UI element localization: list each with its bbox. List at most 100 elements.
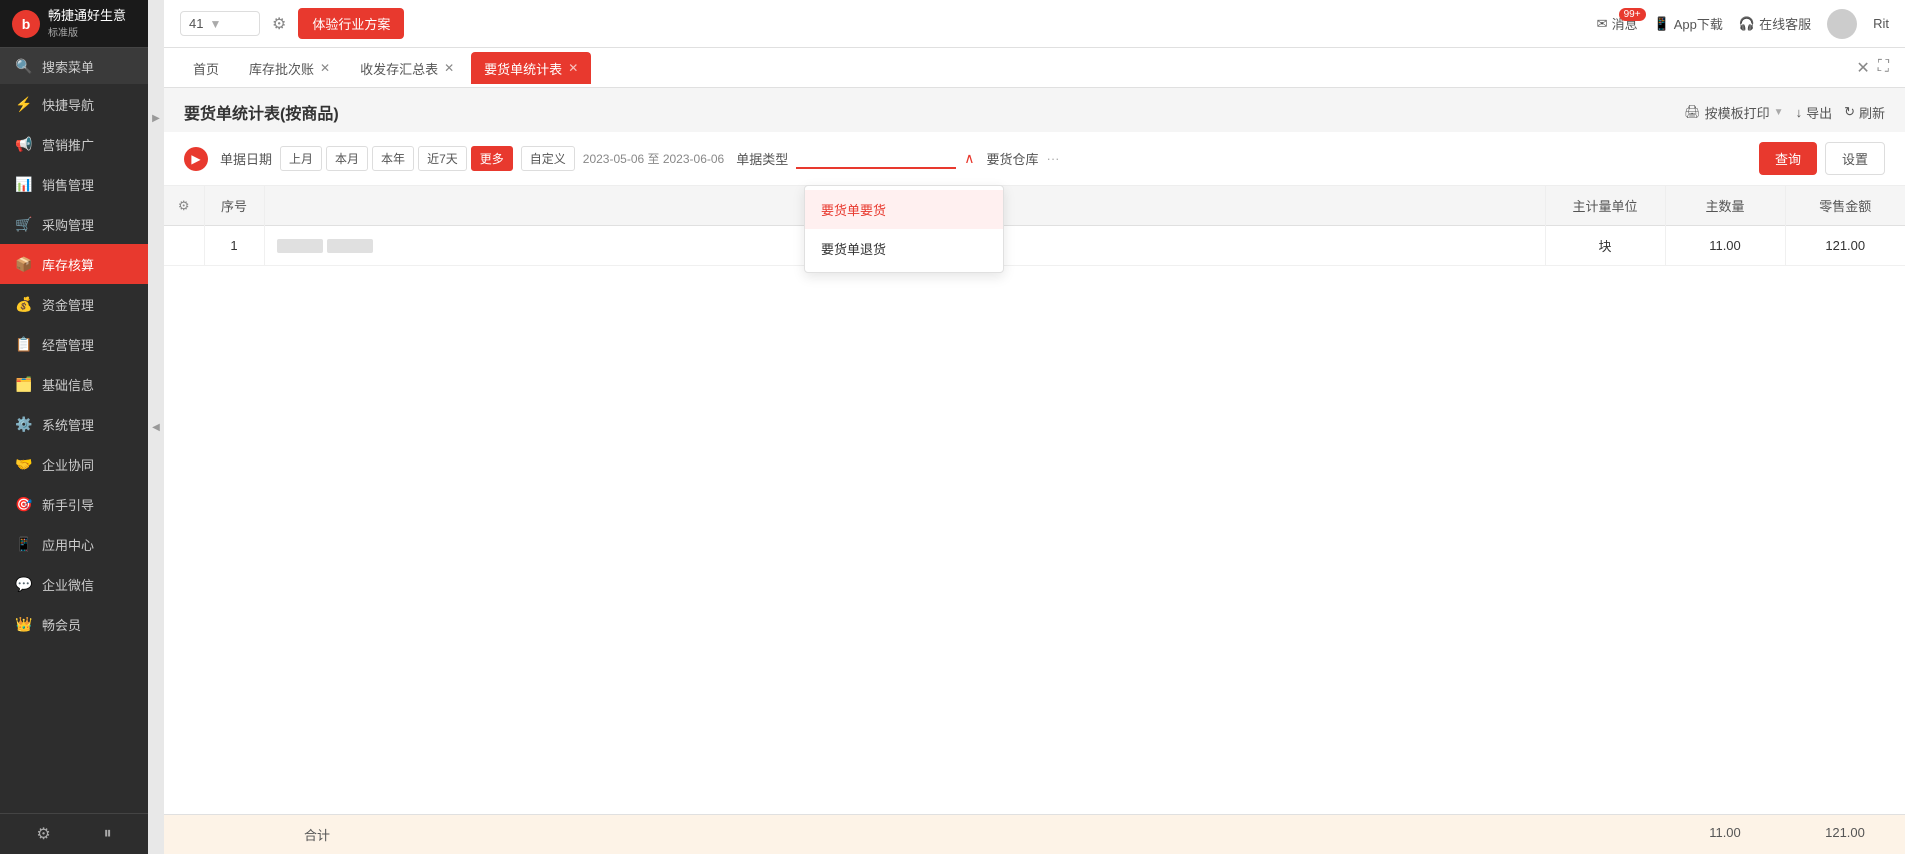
guide-icon: 🎯 xyxy=(14,494,34,514)
th-seq: 序号 xyxy=(204,186,264,226)
user-avatar[interactable] xyxy=(1827,9,1857,39)
username-label: Rit xyxy=(1873,16,1889,31)
sidebar-item-marketing[interactable]: 📢 营销推广 xyxy=(0,124,148,164)
export-button[interactable]: ↓ 导出 xyxy=(1796,103,1833,122)
dropdown-option-order-goods[interactable]: 要货单要货 xyxy=(805,190,1003,229)
topbar-branch-dropdown[interactable]: 41 ▼ xyxy=(180,11,260,36)
purchase-icon: 🛒 xyxy=(14,214,34,234)
sidebar-item-operation[interactable]: 📋 经营管理 xyxy=(0,324,148,364)
online-service-button[interactable]: 🎧 在线客服 xyxy=(1739,14,1811,33)
filter-warehouse-label: 要货仓库 xyxy=(986,149,1038,168)
sidebar-item-purchase[interactable]: 🛒 采购管理 xyxy=(0,204,148,244)
td-seq: 1 xyxy=(204,226,264,266)
sidebar-item-vip[interactable]: 👑 畅会员 xyxy=(0,604,148,644)
topbar: 41 ▼ ⚙ 体验行业方案 ✉ 消息 99+ 📱 App下载 🎧 在线客服 Ri… xyxy=(164,0,1905,48)
sidebar-item-label: 销售管理 xyxy=(42,175,94,194)
settings-button[interactable]: ⚙ xyxy=(36,824,50,844)
tab-inventory-batch-close[interactable]: ✕ xyxy=(320,61,330,75)
tab-home[interactable]: 首页 xyxy=(180,52,232,84)
filter-type-label: 单据类型 xyxy=(736,149,788,168)
export-icon: ↓ xyxy=(1796,105,1803,120)
th-unit: 主计量单位 xyxy=(1545,186,1665,226)
sidebar-item-label: 经营管理 xyxy=(42,335,94,354)
table-gear-icon[interactable]: ⚙ xyxy=(178,198,190,213)
topbar-gear-icon[interactable]: ⚙ xyxy=(272,14,286,34)
sidebar-item-quick-nav[interactable]: ⚡ 快捷导航 xyxy=(0,84,148,124)
message-button[interactable]: ✉ 消息 99+ xyxy=(1597,14,1638,33)
td-amount: 121.00 xyxy=(1785,226,1905,266)
filter-expand-button[interactable]: ▶ xyxy=(184,147,208,171)
enterprise-icon: 🤝 xyxy=(14,454,34,474)
sidebar-item-search[interactable]: 🔍 搜索菜单 xyxy=(0,48,148,84)
logo-text: 畅捷通好生意 标准版 xyxy=(48,8,126,39)
inventory-icon: 📦 xyxy=(14,254,34,274)
sidebar-item-app-center[interactable]: 📱 应用中心 xyxy=(0,524,148,564)
refresh-button[interactable]: ↻ 刷新 xyxy=(1844,103,1885,122)
template-print-button[interactable]: 🖨 按模板打印 ▼ xyxy=(1684,103,1783,122)
th-settings[interactable]: ⚙ xyxy=(164,186,204,226)
table-container: ⚙ 序号 商品 主计量单位 主数量 零售金额 1 xyxy=(164,186,1905,814)
service-icon: 🎧 xyxy=(1739,16,1755,32)
collapse-button[interactable]: ⏸ xyxy=(104,825,112,843)
search-icon: 🔍 xyxy=(14,56,34,76)
tabs-bar: 首页 库存批次账 ✕ 收发存汇总表 ✕ 要货单统计表 ✕ ✕ ⛶ xyxy=(164,48,1905,88)
date-shortcut-this-year[interactable]: 本年 xyxy=(372,146,414,171)
product-placeholder-1 xyxy=(277,239,323,253)
sidebar-item-enterprise[interactable]: 🤝 企业协同 xyxy=(0,444,148,484)
sidebar-item-label: 新手引导 xyxy=(42,495,94,514)
sidebar-item-sales[interactable]: 📊 销售管理 xyxy=(0,164,148,204)
data-table: ⚙ 序号 商品 主计量单位 主数量 零售金额 1 xyxy=(164,186,1905,266)
sidebar-item-system[interactable]: ⚙️ 系统管理 xyxy=(0,404,148,444)
sidebar-item-guide[interactable]: 🎯 新手引导 xyxy=(0,484,148,524)
sidebar-collapse-toggle[interactable]: ▶ xyxy=(148,98,164,138)
date-shortcut-last-7days[interactable]: 近7天 xyxy=(418,146,467,171)
filter-type-group: 单据类型 ∧ xyxy=(736,148,974,169)
filter-type-chevron-icon[interactable]: ∧ xyxy=(964,150,974,167)
th-amount: 零售金额 xyxy=(1785,186,1905,226)
tab-order-stats[interactable]: 要货单统计表 ✕ xyxy=(471,52,591,84)
filter-type-input[interactable] xyxy=(796,148,956,169)
date-shortcut-last-month[interactable]: 上月 xyxy=(280,146,322,171)
sidebar-item-label: 快捷导航 xyxy=(42,95,94,114)
tab-inventory-batch[interactable]: 库存批次账 ✕ xyxy=(236,52,343,84)
sidebar-item-label: 畅会员 xyxy=(42,615,81,634)
app-download-button[interactable]: 📱 App下载 xyxy=(1654,14,1723,33)
tab-receive-summary-close[interactable]: ✕ xyxy=(444,61,454,75)
sidebar-item-inventory[interactable]: 📦 库存核算 xyxy=(0,244,148,284)
tab-receive-summary[interactable]: 收发存汇总表 ✕ xyxy=(347,52,467,84)
sidebar-item-basic-info[interactable]: 🗂️ 基础信息 xyxy=(0,364,148,404)
filter-settings-button[interactable]: 设置 xyxy=(1825,142,1885,175)
date-shortcut-this-month[interactable]: 本月 xyxy=(326,146,368,171)
sidebar-item-label: 采购管理 xyxy=(42,215,94,234)
tab-inventory-batch-label: 库存批次账 xyxy=(249,59,314,78)
date-custom-button[interactable]: 自定义 xyxy=(521,146,575,171)
dropdown-option-order-return[interactable]: 要货单退货 xyxy=(805,229,1003,268)
td-unit: 块 xyxy=(1545,226,1665,266)
sidebar-item-finance[interactable]: 💰 资金管理 xyxy=(0,284,148,324)
page-header: 要货单统计表(按商品) 🖨 按模板打印 ▼ ↓ 导出 ↻ 刷新 xyxy=(164,88,1905,132)
sidebar-item-corp-wechat[interactable]: 💬 企业微信 xyxy=(0,564,148,604)
vip-icon: 👑 xyxy=(14,614,34,634)
tab-order-stats-close[interactable]: ✕ xyxy=(568,61,578,75)
date-shortcut-more[interactable]: 更多 xyxy=(471,146,513,171)
print-dropdown-icon: ▼ xyxy=(1774,107,1784,118)
filter-actions: 查询 设置 xyxy=(1759,142,1885,175)
filter-date-label: 单据日期 xyxy=(220,149,272,168)
sidebar-item-label: 营销推广 xyxy=(42,135,94,154)
footer-qty: 11.00 xyxy=(1665,825,1785,844)
sidebar-item-label: 搜索菜单 xyxy=(42,57,94,76)
tab-expand-button[interactable]: ⛶ xyxy=(1878,58,1889,78)
tab-close-all-button[interactable]: ✕ xyxy=(1856,58,1869,78)
app-center-icon: 📱 xyxy=(14,534,34,554)
filter-warehouse-group: 要货仓库 ··· xyxy=(986,149,1059,168)
footer-empty-1 xyxy=(164,825,204,844)
date-shortcuts: 上月 本月 本年 近7天 更多 xyxy=(280,146,513,171)
system-icon: ⚙️ xyxy=(14,414,34,434)
print-icon: 🖨 xyxy=(1684,104,1701,120)
filter-warehouse-more-icon[interactable]: ··· xyxy=(1047,151,1060,166)
footer-amount: 121.00 xyxy=(1785,825,1905,844)
logo-icon: b xyxy=(12,10,40,38)
trial-industry-button[interactable]: 体验行业方案 xyxy=(298,8,404,39)
footer-empty-2 xyxy=(204,825,264,844)
query-button[interactable]: 查询 xyxy=(1759,142,1817,175)
